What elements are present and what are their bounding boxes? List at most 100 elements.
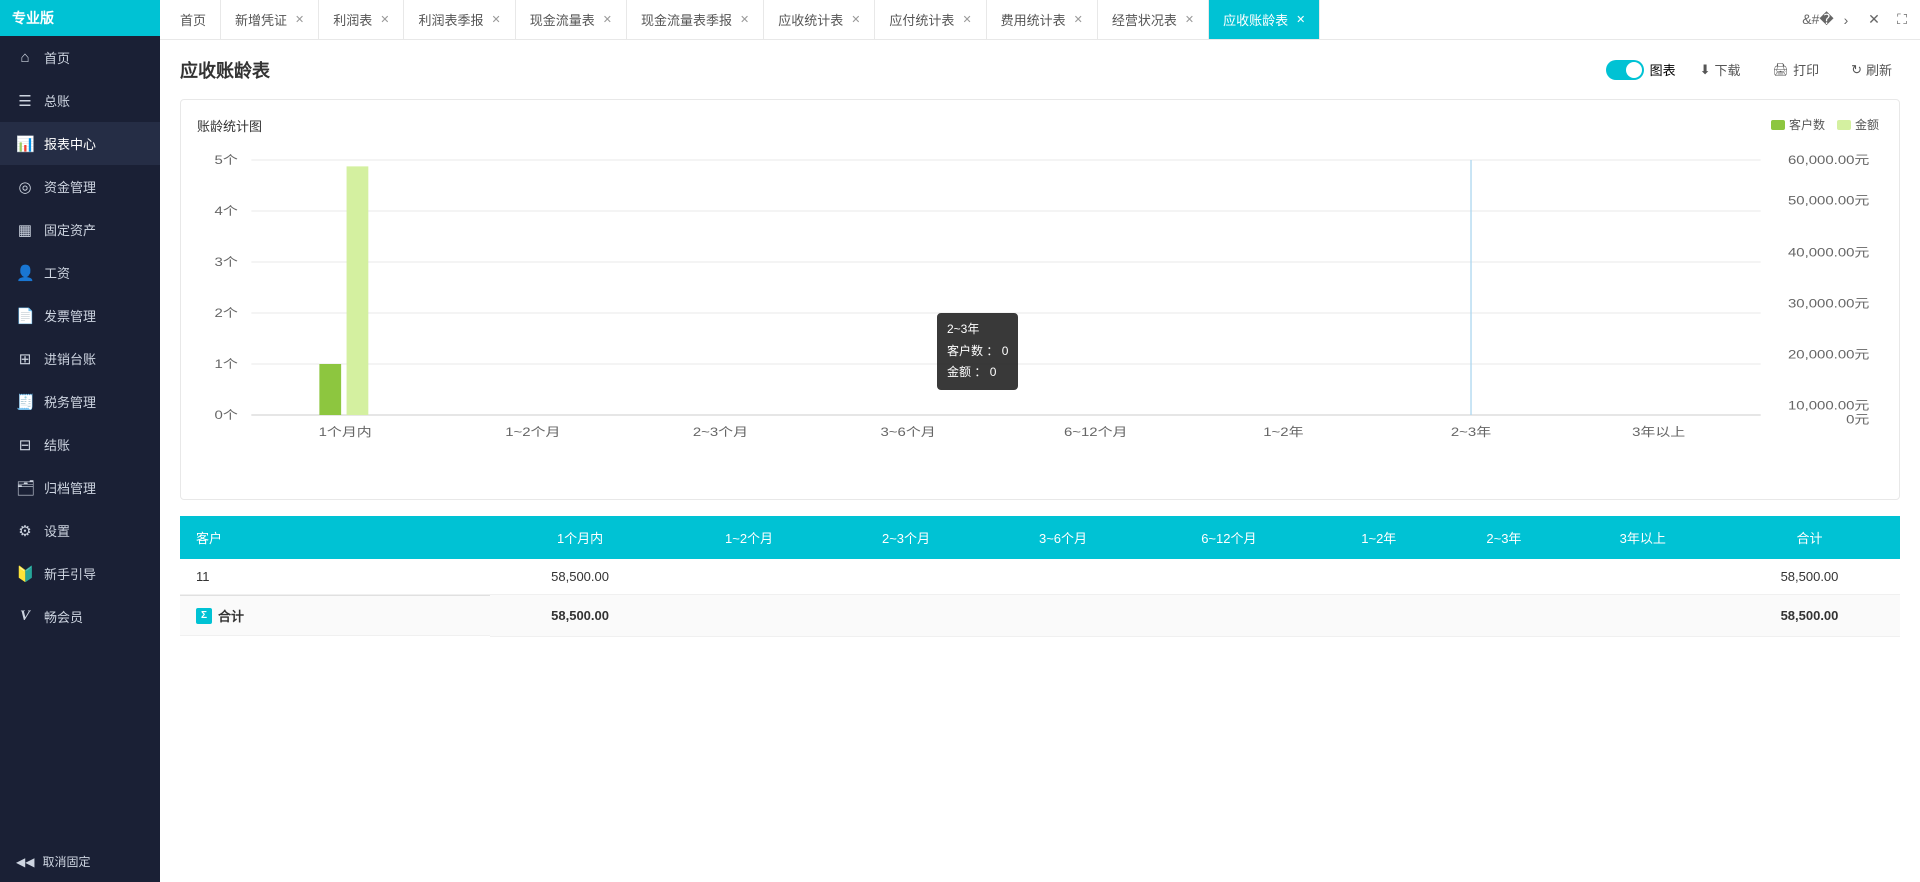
cell-1m: 58,500.00 — [490, 559, 671, 595]
chart-toggle[interactable] — [1606, 60, 1644, 80]
sidebar-unpin[interactable]: ◀◀ 取消固定 — [0, 841, 160, 882]
col-header-23m: 2~3个月 — [828, 516, 985, 559]
tab-profit-quarter[interactable]: 利润表季报 ✕ — [404, 0, 515, 40]
tab-close-expense-stats[interactable]: ✕ — [1074, 13, 1083, 26]
sidebar-item-label: 首页 — [44, 48, 70, 67]
table-row: 11 58,500.00 58,500.00 — [180, 559, 1900, 595]
svg-text:1个月内: 1个月内 — [319, 426, 372, 439]
sidebar-item-label: 结账 — [44, 435, 70, 454]
tab-close-aging[interactable]: ✕ — [1296, 13, 1305, 26]
sidebar-item-inventory[interactable]: ⊞ 进销台账 — [0, 337, 160, 380]
sidebar-item-label: 进销台账 — [44, 349, 96, 368]
reports-icon: 📊 — [16, 135, 34, 153]
cell-12y — [1316, 559, 1441, 595]
sidebar-item-funds[interactable]: ◎ 资金管理 — [0, 165, 160, 208]
refresh-button[interactable]: ↻ 刷新 — [1843, 56, 1900, 83]
tab-close-cashflow-quarter[interactable]: ✕ — [740, 13, 749, 26]
col-header-612m: 6~12个月 — [1142, 516, 1317, 559]
sidebar-item-archive[interactable]: 🗂 归档管理 — [0, 466, 160, 509]
svg-text:0元: 0元 — [1846, 413, 1869, 426]
unpin-icon: ◀◀ — [16, 855, 34, 869]
sidebar-item-closing[interactable]: ⊟ 结账 — [0, 423, 160, 466]
archive-icon: 🗂 — [16, 479, 34, 497]
tab-close-profit-quarter[interactable]: ✕ — [492, 13, 501, 26]
sidebar-item-home[interactable]: ⌂ 首页 — [0, 36, 160, 79]
sidebar-item-salary[interactable]: 👤 工资 — [0, 251, 160, 294]
refresh-icon: ↻ — [1851, 62, 1862, 78]
tab-close-profit[interactable]: ✕ — [380, 13, 389, 26]
total-icon: Σ — [196, 608, 212, 624]
sidebar-item-guide[interactable]: 🔰 新手引导 — [0, 552, 160, 595]
tab-close-cashflow[interactable]: ✕ — [603, 13, 612, 26]
sidebar-item-assets[interactable]: ▦ 固定资产 — [0, 208, 160, 251]
tab-scroll-right[interactable]: › — [1834, 8, 1858, 32]
sidebar-item-reports[interactable]: 📊 报表中心 — [0, 122, 160, 165]
tab-home[interactable]: 首页 — [166, 0, 221, 40]
assets-icon: ▦ — [16, 221, 34, 239]
print-icon: 🖨 — [1773, 62, 1790, 78]
sidebar-item-tax[interactable]: 🧾 税务管理 — [0, 380, 160, 423]
legend-amount: 金额 — [1837, 116, 1879, 133]
member-icon: V — [16, 608, 34, 625]
tab-business-stats[interactable]: 经营状况表 ✕ — [1098, 0, 1209, 40]
tab-expense-stats[interactable]: 费用统计表 ✕ — [987, 0, 1098, 40]
salary-icon: 👤 — [16, 264, 34, 282]
tab-aging[interactable]: 应收账龄表 ✕ — [1209, 0, 1320, 40]
tab-cashflow-quarter[interactable]: 现金流量表季报 ✕ — [627, 0, 764, 40]
closing-icon: ⊟ — [16, 436, 34, 454]
tab-cashflow[interactable]: 现金流量表 ✕ — [516, 0, 627, 40]
tab-voucher[interactable]: 新增凭证 ✕ — [221, 0, 319, 40]
svg-text:6~12个月: 6~12个月 — [1064, 426, 1128, 439]
svg-text:1~2个月: 1~2个月 — [505, 426, 560, 439]
chart-toggle-label: 图表 — [1650, 60, 1676, 79]
col-header-customer: 客户 — [180, 516, 490, 559]
cell-total: 58,500.00 — [1719, 559, 1900, 595]
tab-maximize[interactable]: ⛶ — [1890, 8, 1914, 32]
col-header-total: 合计 — [1719, 516, 1900, 559]
sidebar-item-invoice[interactable]: 📄 发票管理 — [0, 294, 160, 337]
sidebar-item-label: 固定资产 — [44, 220, 96, 239]
tab-profit[interactable]: 利润表 ✕ — [319, 0, 404, 40]
tab-receivable-stats[interactable]: 应收统计表 ✕ — [764, 0, 875, 40]
sidebar: 专业版 ⌂ 首页 ☰ 总账 📊 报表中心 ◎ 资金管理 ▦ 固定资产 👤 工资 … — [0, 0, 160, 882]
svg-text:1~2年: 1~2年 — [1263, 426, 1303, 439]
tax-icon: 🧾 — [16, 393, 34, 411]
download-button[interactable]: ⬇ 下载 — [1692, 56, 1749, 83]
tab-close-payable-stats[interactable]: ✕ — [962, 13, 971, 26]
chart-toggle-wrap: 图表 — [1606, 60, 1676, 80]
sidebar-item-ledger[interactable]: ☰ 总账 — [0, 79, 160, 122]
cell-23y — [1441, 559, 1566, 595]
col-header-3y: 3年以上 — [1566, 516, 1719, 559]
sidebar-item-label: 税务管理 — [44, 392, 96, 411]
total-23m — [828, 595, 985, 637]
settings-icon: ⚙ — [16, 522, 34, 540]
guide-icon: 🔰 — [16, 565, 34, 583]
bar-customer-0 — [319, 364, 341, 415]
svg-text:3~6个月: 3~6个月 — [880, 426, 935, 439]
tab-close-business-stats[interactable]: ✕ — [1185, 13, 1194, 26]
tab-close-all[interactable]: ✕ — [1862, 8, 1886, 32]
tab-close-voucher[interactable]: ✕ — [295, 13, 304, 26]
col-header-1m: 1个月内 — [490, 516, 671, 559]
col-header-23y: 2~3年 — [1441, 516, 1566, 559]
tab-close-receivable-stats[interactable]: ✕ — [851, 13, 860, 26]
total-label: Σ 合计 — [180, 595, 490, 636]
sidebar-item-label: 报表中心 — [44, 134, 96, 153]
sidebar-item-member[interactable]: V 畅会员 — [0, 595, 160, 638]
total-23y — [1441, 595, 1566, 637]
sidebar-item-settings[interactable]: ⚙ 设置 — [0, 509, 160, 552]
tab-payable-stats[interactable]: 应付统计表 ✕ — [875, 0, 986, 40]
download-icon: ⬇ — [1700, 62, 1711, 78]
chart-svg: 5个 4个 3个 2个 1个 0个 60,000.00元 50,000.00元 … — [197, 143, 1883, 483]
tab-bar: 首页 新增凭证 ✕ 利润表 ✕ 利润表季报 ✕ 现金流量表 ✕ 现金流量表季报 … — [160, 0, 1920, 40]
total-12m — [671, 595, 828, 637]
tab-scroll-left[interactable]: &#� — [1806, 8, 1830, 32]
cell-612m — [1142, 559, 1317, 595]
print-button[interactable]: 🖨 打印 — [1765, 56, 1828, 83]
page-content: 应收账龄表 图表 ⬇ 下载 🖨 打印 ↻ 刷新 — [160, 40, 1920, 882]
col-header-36m: 3~6个月 — [985, 516, 1142, 559]
cell-customer: 11 — [180, 559, 490, 595]
invoice-icon: 📄 — [16, 307, 34, 325]
page-header: 应收账龄表 图表 ⬇ 下载 🖨 打印 ↻ 刷新 — [180, 56, 1900, 83]
svg-text:40,000.00元: 40,000.00元 — [1788, 246, 1869, 259]
